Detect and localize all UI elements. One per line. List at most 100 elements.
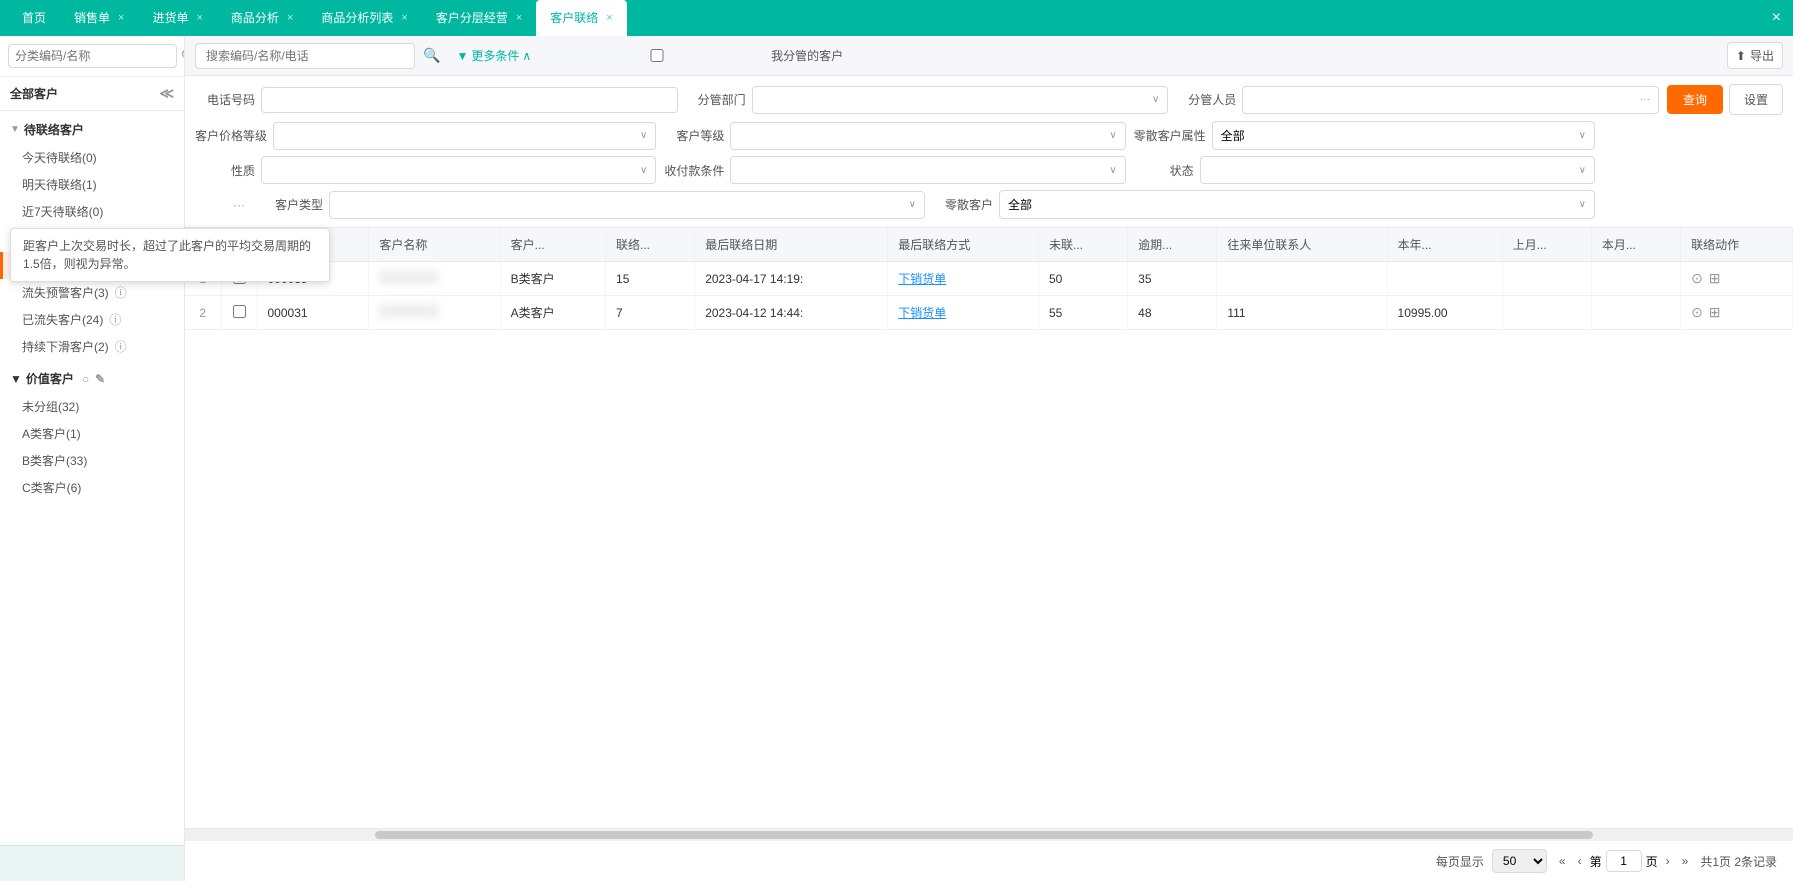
cell-contact: 15 bbox=[606, 262, 695, 296]
sidebar-item-a-class[interactable]: A类客户(1) bbox=[0, 420, 184, 447]
action-more-icon[interactable]: ⊞ bbox=[1709, 270, 1721, 287]
sidebar-item-7days[interactable]: 近7天待联络(0) bbox=[0, 198, 184, 225]
sidebar-bottom bbox=[0, 845, 184, 881]
window-close-button[interactable]: × bbox=[1772, 9, 1781, 27]
filter-row-1: 电话号码 分管部门 ∨ 分管人员 ··· bbox=[195, 84, 1783, 115]
sidebar-collapse-button[interactable]: ≪ bbox=[159, 85, 174, 102]
row-checkbox[interactable] bbox=[233, 305, 246, 318]
sidebar-search-input[interactable] bbox=[8, 44, 177, 68]
cell-this-year: 10995.00 bbox=[1387, 296, 1502, 330]
info-icon-declining: ⓘ bbox=[115, 338, 127, 355]
cell-checkbox bbox=[221, 296, 257, 330]
tree-group-pending[interactable]: ▼ 待联络客户 bbox=[0, 115, 184, 144]
filter-status-select[interactable]: ∨ bbox=[1200, 156, 1595, 184]
filter-retail-attr-select[interactable]: 全部 ∨ bbox=[1212, 121, 1595, 150]
manage-group-icon[interactable]: ✎ bbox=[95, 372, 105, 386]
cell-last-method[interactable]: 下销货单 bbox=[888, 296, 1039, 330]
filter-phone-label: 电话号码 bbox=[195, 91, 255, 108]
filter-row-2: 客户价格等级 ∨ 客户等级 ∨ 零散客户属性 全部 bbox=[195, 121, 1783, 150]
cell-last-method[interactable]: 下销货单 bbox=[888, 262, 1039, 296]
last-page-button[interactable]: » bbox=[1678, 852, 1693, 870]
customer-grade-arrow: ∨ bbox=[1109, 130, 1116, 141]
nav-sales-order[interactable]: 销售单 × bbox=[60, 0, 138, 36]
nature-arrow: ∨ bbox=[640, 165, 647, 176]
close-product-analysis-icon[interactable]: × bbox=[287, 0, 293, 36]
close-purchase-order-icon[interactable]: × bbox=[196, 0, 202, 36]
sidebar-item-unclassified[interactable]: 未分组(32) bbox=[0, 393, 184, 420]
sidebar: 🔍 全部客户 ≪ ▼ 待联络客户 今天待联络(0) 明天待联络(1) 近7天待联… bbox=[0, 36, 185, 881]
tree-group-value-customers[interactable]: ▼ 价值客户 ○ ✎ bbox=[0, 364, 184, 393]
sidebar-item-c-class[interactable]: C类客户(6) bbox=[0, 474, 184, 501]
customer-type-arrow: ∨ bbox=[909, 199, 916, 210]
expand-pending-icon: ▼ bbox=[10, 124, 20, 135]
retail-customer-arrow: ∨ bbox=[1579, 199, 1586, 210]
setting-button[interactable]: 设置 bbox=[1729, 84, 1783, 115]
first-page-button[interactable]: « bbox=[1555, 852, 1570, 870]
sidebar-title: 全部客户 ≪ bbox=[0, 77, 184, 111]
sidebar-item-b-class[interactable]: B类客户(33) bbox=[0, 447, 184, 474]
filter-price-grade-select[interactable]: ∨ bbox=[273, 122, 656, 150]
my-customer-checkbox-area: 我分管的客户 bbox=[547, 47, 843, 64]
action-more-icon[interactable]: ⊞ bbox=[1709, 304, 1721, 321]
my-customer-checkbox[interactable] bbox=[547, 49, 767, 62]
cell-name[interactable] bbox=[369, 296, 500, 330]
export-button[interactable]: ⬆ 导出 bbox=[1727, 42, 1783, 69]
col-header-overdue: 逾期... bbox=[1128, 228, 1217, 262]
filter-phone-input[interactable] bbox=[261, 87, 678, 113]
sidebar-item-churned[interactable]: 已流失客户(24) ⓘ bbox=[0, 306, 184, 333]
close-sales-order-icon[interactable]: × bbox=[118, 0, 124, 36]
filter-payment-select[interactable]: ∨ bbox=[730, 156, 1125, 184]
sidebar-item-declining[interactable]: 持续下滑客户(2) ⓘ bbox=[0, 333, 184, 360]
sidebar-item-today[interactable]: 今天待联络(0) bbox=[0, 144, 184, 171]
prev-page-button[interactable]: ‹ bbox=[1574, 852, 1586, 870]
action-link-icon[interactable]: ⊙ bbox=[1691, 270, 1703, 287]
search-input[interactable] bbox=[195, 43, 415, 69]
close-customer-contact-icon[interactable]: × bbox=[606, 0, 612, 36]
filter-payment: 收付款条件 ∨ bbox=[664, 156, 1125, 184]
page-number-input[interactable] bbox=[1606, 850, 1642, 872]
search-button[interactable]: 🔍 bbox=[423, 47, 440, 64]
filter-retail-customer-select[interactable]: 全部 ∨ bbox=[999, 190, 1595, 219]
next-page-button[interactable]: › bbox=[1662, 852, 1674, 870]
nav-customer-tier[interactable]: 客户分层经营 × bbox=[422, 0, 536, 36]
filter-customer-grade-label: 客户等级 bbox=[664, 127, 724, 144]
horizontal-scrollbar[interactable] bbox=[185, 828, 1793, 840]
sidebar-item-tomorrow[interactable]: 明天待联络(1) bbox=[0, 171, 184, 198]
sidebar-item-churn-warning[interactable]: 流失预警客户(3) ⓘ bbox=[0, 279, 184, 306]
info-icon-churned: ⓘ bbox=[109, 311, 121, 328]
filter-retail-customer: 零散客户 全部 ∨ bbox=[933, 190, 1595, 219]
scrollbar-thumb[interactable] bbox=[375, 831, 1593, 839]
nav-customer-contact[interactable]: 客户联络 × bbox=[536, 0, 626, 36]
status-arrow: ∨ bbox=[1579, 165, 1586, 176]
filter-nature: 性质 ∨ bbox=[195, 156, 656, 184]
cell-action: ⊙ ⊞ bbox=[1681, 296, 1793, 330]
expand-value-icon: ▼ bbox=[10, 372, 22, 386]
nav-home[interactable]: 首页 bbox=[8, 0, 60, 36]
info-icon-churn-warning: ⓘ bbox=[115, 284, 127, 301]
cell-name[interactable] bbox=[369, 262, 500, 296]
action-link-icon[interactable]: ⊙ bbox=[1691, 304, 1703, 321]
data-table-container: ⚙ 客户编码 客户名称 客户... 联络... 最后联络日期 最后联络方式 未联… bbox=[185, 228, 1793, 828]
cell-action: ⊙ ⊞ bbox=[1681, 262, 1793, 296]
filter-customer-grade-select[interactable]: ∨ bbox=[730, 122, 1125, 150]
cell-contact-person: 111 bbox=[1217, 296, 1387, 330]
col-header-last-method: 最后联络方式 bbox=[888, 228, 1039, 262]
filter-nature-label: 性质 bbox=[195, 162, 255, 179]
close-customer-tier-icon[interactable]: × bbox=[516, 0, 522, 36]
col-header-this-year: 本年... bbox=[1387, 228, 1502, 262]
filter-manager-label: 分管人员 bbox=[1176, 91, 1236, 108]
nav-product-analysis[interactable]: 商品分析 × bbox=[217, 0, 307, 36]
filter-more-dots[interactable]: ··· bbox=[229, 198, 249, 212]
close-product-analysis-list-icon[interactable]: × bbox=[401, 0, 407, 36]
more-filter-button[interactable]: ▼ 更多条件 ∧ bbox=[448, 43, 539, 68]
edit-group-icon[interactable]: ○ bbox=[82, 372, 89, 386]
col-header-name: 客户名称 bbox=[369, 228, 500, 262]
nav-purchase-order[interactable]: 进货单 × bbox=[138, 0, 216, 36]
filter-manager-select[interactable]: ··· bbox=[1242, 86, 1659, 114]
per-page-select[interactable]: 50 100 bbox=[1492, 849, 1547, 873]
filter-customer-type-select[interactable]: ∨ bbox=[329, 191, 925, 219]
filter-nature-select[interactable]: ∨ bbox=[261, 156, 656, 184]
query-button[interactable]: 查询 bbox=[1667, 85, 1723, 114]
filter-dept-select[interactable]: ∨ bbox=[752, 86, 1169, 114]
nav-product-analysis-list[interactable]: 商品分析列表 × bbox=[307, 0, 421, 36]
